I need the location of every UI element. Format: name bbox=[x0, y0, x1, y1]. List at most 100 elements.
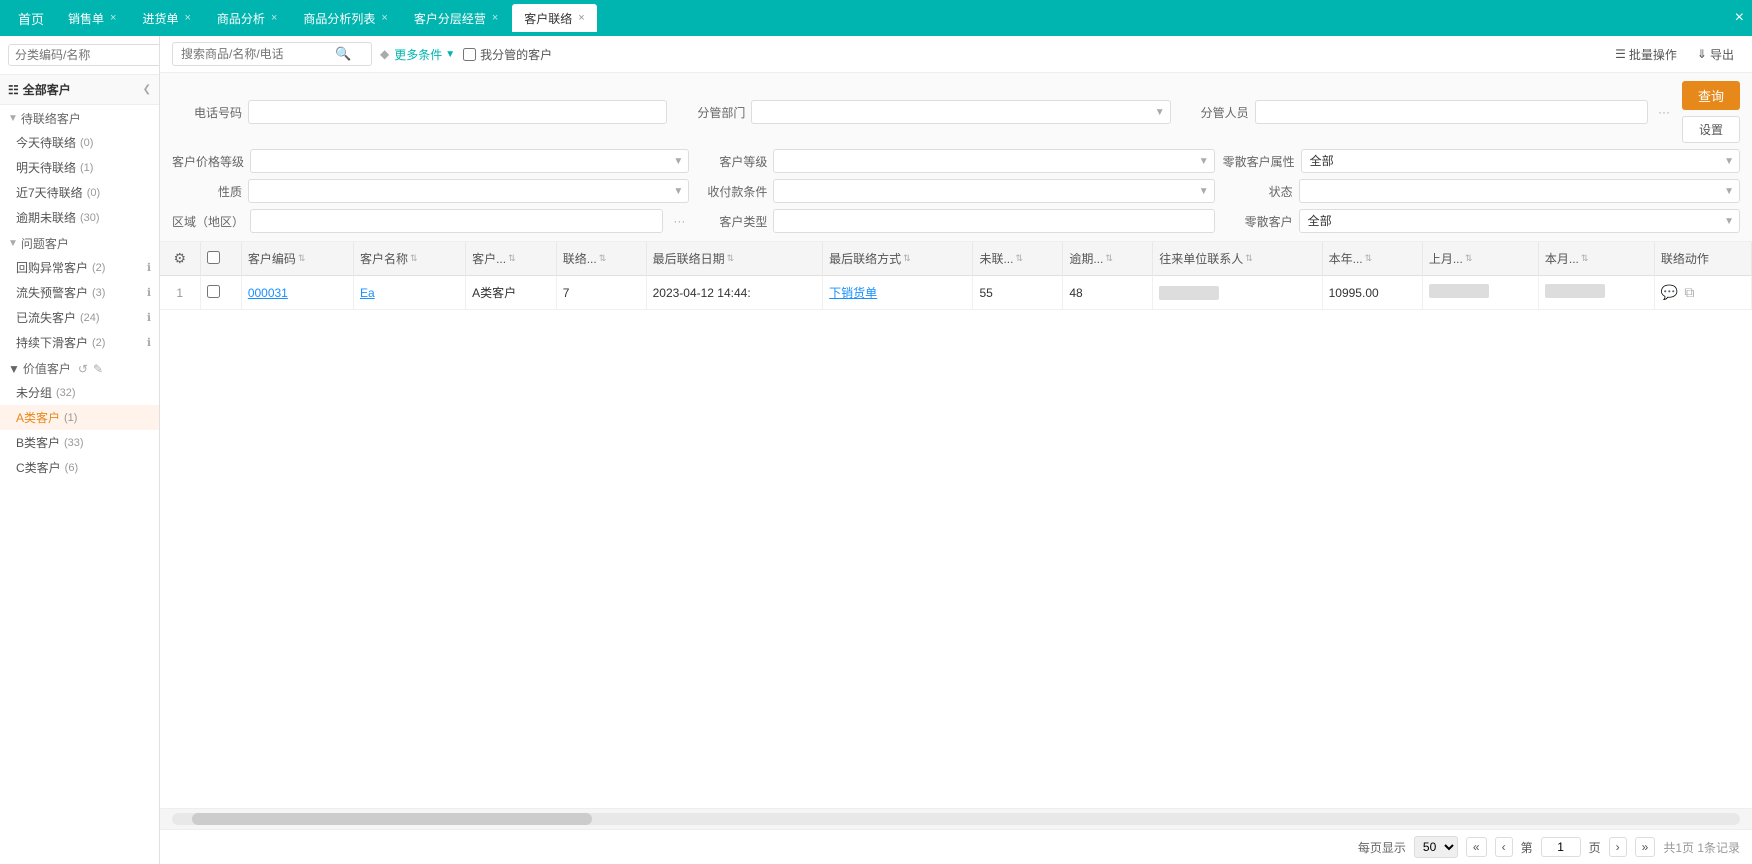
my-customers-checkbox[interactable]: 我分管的客户 bbox=[463, 46, 552, 63]
sidebar-collapse-icon[interactable]: ❮ bbox=[143, 84, 151, 95]
manager-dots[interactable]: ··· bbox=[1654, 105, 1674, 119]
nav-tab-analysis-list[interactable]: 商品分析列表 × bbox=[291, 4, 399, 32]
first-page-btn[interactable]: « bbox=[1466, 837, 1487, 857]
sidebar-item-a-class[interactable]: A类客户 (1) bbox=[0, 405, 159, 430]
last-method-link[interactable]: 下销货单 bbox=[829, 286, 877, 300]
last-month-sort-icon[interactable]: ⇅ bbox=[1465, 253, 1473, 264]
company-contact-sort-icon[interactable]: ⇅ bbox=[1245, 253, 1253, 264]
close-tab-sales[interactable]: × bbox=[110, 12, 116, 24]
filter-cell-price-level: 客户价格等级 ▼ bbox=[172, 149, 689, 173]
manager-input[interactable] bbox=[1255, 100, 1648, 124]
filter-row-4: 区域（地区） ··· 客户类型 零散客户 全部 bbox=[172, 209, 1740, 233]
query-button[interactable]: 查询 bbox=[1682, 81, 1740, 110]
query-settings: 查询 设置 bbox=[1682, 81, 1740, 143]
more-filter-btn[interactable]: ◆ 更多条件 ▼ bbox=[380, 46, 455, 63]
nature-select[interactable] bbox=[248, 179, 689, 203]
main-search-input[interactable] bbox=[181, 47, 331, 61]
customer-level-select[interactable] bbox=[773, 149, 1214, 173]
this-month-blurred bbox=[1545, 284, 1605, 298]
phone-input[interactable] bbox=[248, 100, 667, 124]
dept-select[interactable] bbox=[751, 100, 1170, 124]
sidebar-item-c-class[interactable]: C类客户 (6) bbox=[0, 455, 159, 480]
col-actions-header: 联络动作 bbox=[1654, 242, 1751, 276]
settings-button[interactable]: 设置 bbox=[1682, 116, 1740, 143]
close-tab-analysis-list[interactable]: × bbox=[381, 12, 387, 24]
this-year-sort-icon[interactable]: ⇅ bbox=[1365, 253, 1373, 264]
sidebar-item-overdue-contact[interactable]: 逾期未联络 (30) bbox=[0, 205, 159, 230]
name-sort-icon[interactable]: ⇅ bbox=[410, 253, 418, 264]
last-month-blurred bbox=[1429, 284, 1489, 298]
my-customers-check[interactable] bbox=[463, 48, 476, 61]
next-page-btn[interactable]: › bbox=[1609, 837, 1627, 857]
retail-cust-select[interactable]: 全部 bbox=[1299, 209, 1740, 233]
nav-home[interactable]: 首页 bbox=[8, 9, 54, 28]
problem-customers-group[interactable]: ▼ 问题客户 bbox=[0, 230, 159, 255]
refresh-icon[interactable]: ↺ bbox=[78, 362, 88, 376]
problem-arrow: ▼ bbox=[8, 238, 18, 249]
scroll-thumb[interactable] bbox=[192, 813, 592, 825]
sidebar-item-7day-contact[interactable]: 近7天待联络 (0) bbox=[0, 180, 159, 205]
cust-type-input[interactable] bbox=[773, 209, 1214, 233]
chat-action-icon[interactable]: 💬 bbox=[1661, 284, 1678, 301]
close-tab-analysis[interactable]: × bbox=[271, 12, 277, 24]
category-sort-icon[interactable]: ⇅ bbox=[508, 253, 516, 264]
page-number-input[interactable] bbox=[1541, 837, 1581, 857]
region-input[interactable] bbox=[250, 209, 663, 233]
sidebar-item-unclassified[interactable]: 未分组 (32) bbox=[0, 380, 159, 405]
close-tab-customer-layer[interactable]: × bbox=[492, 12, 498, 24]
contact-sort-icon[interactable]: ⇅ bbox=[599, 253, 607, 264]
payment-select[interactable] bbox=[773, 179, 1214, 203]
not-contact-sort-icon[interactable]: ⇅ bbox=[1015, 253, 1023, 264]
region-dots[interactable]: ··· bbox=[669, 214, 689, 228]
prev-page-btn[interactable]: ‹ bbox=[1495, 837, 1513, 857]
column-settings-icon[interactable]: ⚙ bbox=[173, 250, 186, 266]
sidebar-item-tomorrow-contact[interactable]: 明天待联络 (1) bbox=[0, 155, 159, 180]
batch-op-btn[interactable]: ☰ 批量操作 bbox=[1609, 43, 1683, 66]
sidebar-item-today-contact[interactable]: 今天待联络 (0) bbox=[0, 130, 159, 155]
main-search-icon[interactable]: 🔍 bbox=[335, 46, 351, 62]
nav-tab-analysis[interactable]: 商品分析 × bbox=[205, 4, 289, 32]
select-all-checkbox[interactable] bbox=[207, 251, 220, 264]
this-month-sort-icon[interactable]: ⇅ bbox=[1581, 253, 1589, 264]
sidebar-item-b-class[interactable]: B类客户 (33) bbox=[0, 430, 159, 455]
code-sort-icon[interactable]: ⇅ bbox=[298, 253, 306, 264]
sidebar-item-churn-warning[interactable]: 流失预警客户 (3) ℹ bbox=[0, 280, 159, 305]
nav-tab-customer-contact[interactable]: 客户联络 × bbox=[512, 4, 596, 32]
sidebar-search-input[interactable] bbox=[8, 44, 160, 66]
nav-tab-purchase[interactable]: 进货单 × bbox=[130, 4, 202, 32]
close-tab-customer-contact[interactable]: × bbox=[578, 12, 584, 24]
page-size-label: 每页显示 bbox=[1358, 839, 1406, 856]
horizontal-scrollbar[interactable] bbox=[160, 808, 1752, 829]
sidebar-item-declining[interactable]: 持续下滑客户 (2) ℹ bbox=[0, 330, 159, 355]
sidebar-item-repurchase-anomaly[interactable]: 回购异常客户 (2) ℹ bbox=[0, 255, 159, 280]
edit-icon[interactable]: ✎ bbox=[93, 362, 103, 376]
row-checkbox[interactable] bbox=[207, 285, 220, 298]
row-checkbox-cell bbox=[200, 276, 241, 310]
col-contact-header: 联络... ⇅ bbox=[556, 242, 646, 276]
value-arrow: ▼ bbox=[8, 362, 20, 376]
customer-code-link[interactable]: 000031 bbox=[248, 286, 288, 300]
filter-cell-payment: 收付款条件 ▼ bbox=[697, 179, 1214, 203]
close-tab-purchase[interactable]: × bbox=[184, 12, 190, 24]
close-all-tabs[interactable]: × bbox=[1735, 9, 1744, 27]
page-size-select[interactable]: 50 bbox=[1414, 836, 1458, 858]
retail-attr-select[interactable]: 全部 bbox=[1301, 149, 1740, 173]
nav-tab-sales[interactable]: 销售单 × bbox=[56, 4, 128, 32]
export-btn[interactable]: ⇓ 导出 bbox=[1691, 43, 1740, 66]
status-select[interactable] bbox=[1299, 179, 1740, 203]
price-level-select[interactable] bbox=[250, 149, 689, 173]
all-customers-header[interactable]: ☷ 全部客户 ❮ bbox=[0, 75, 159, 105]
last-date-sort-icon[interactable]: ⇅ bbox=[727, 253, 735, 264]
overdue-sort-icon[interactable]: ⇅ bbox=[1105, 253, 1113, 264]
filter-cell-manager: 分管人员 ··· bbox=[1179, 100, 1674, 124]
total-records: 共1页 1条记录 bbox=[1663, 839, 1740, 856]
filter-row-3: 性质 ▼ 收付款条件 ▼ bbox=[172, 179, 1740, 203]
sidebar-item-churned[interactable]: 已流失客户 (24) ℹ bbox=[0, 305, 159, 330]
nav-tab-customer-layer[interactable]: 客户分层经营 × bbox=[402, 4, 510, 32]
value-customers-group[interactable]: ▼ 价值客户 ↺ ✎ bbox=[0, 355, 159, 380]
last-page-btn[interactable]: » bbox=[1635, 837, 1656, 857]
qr-action-icon[interactable]: ⧉ bbox=[1684, 284, 1694, 301]
last-method-sort-icon[interactable]: ⇅ bbox=[903, 253, 911, 264]
customer-name-link[interactable]: Ea bbox=[360, 286, 375, 300]
pending-contact-group[interactable]: ▼ 待联络客户 bbox=[0, 105, 159, 130]
